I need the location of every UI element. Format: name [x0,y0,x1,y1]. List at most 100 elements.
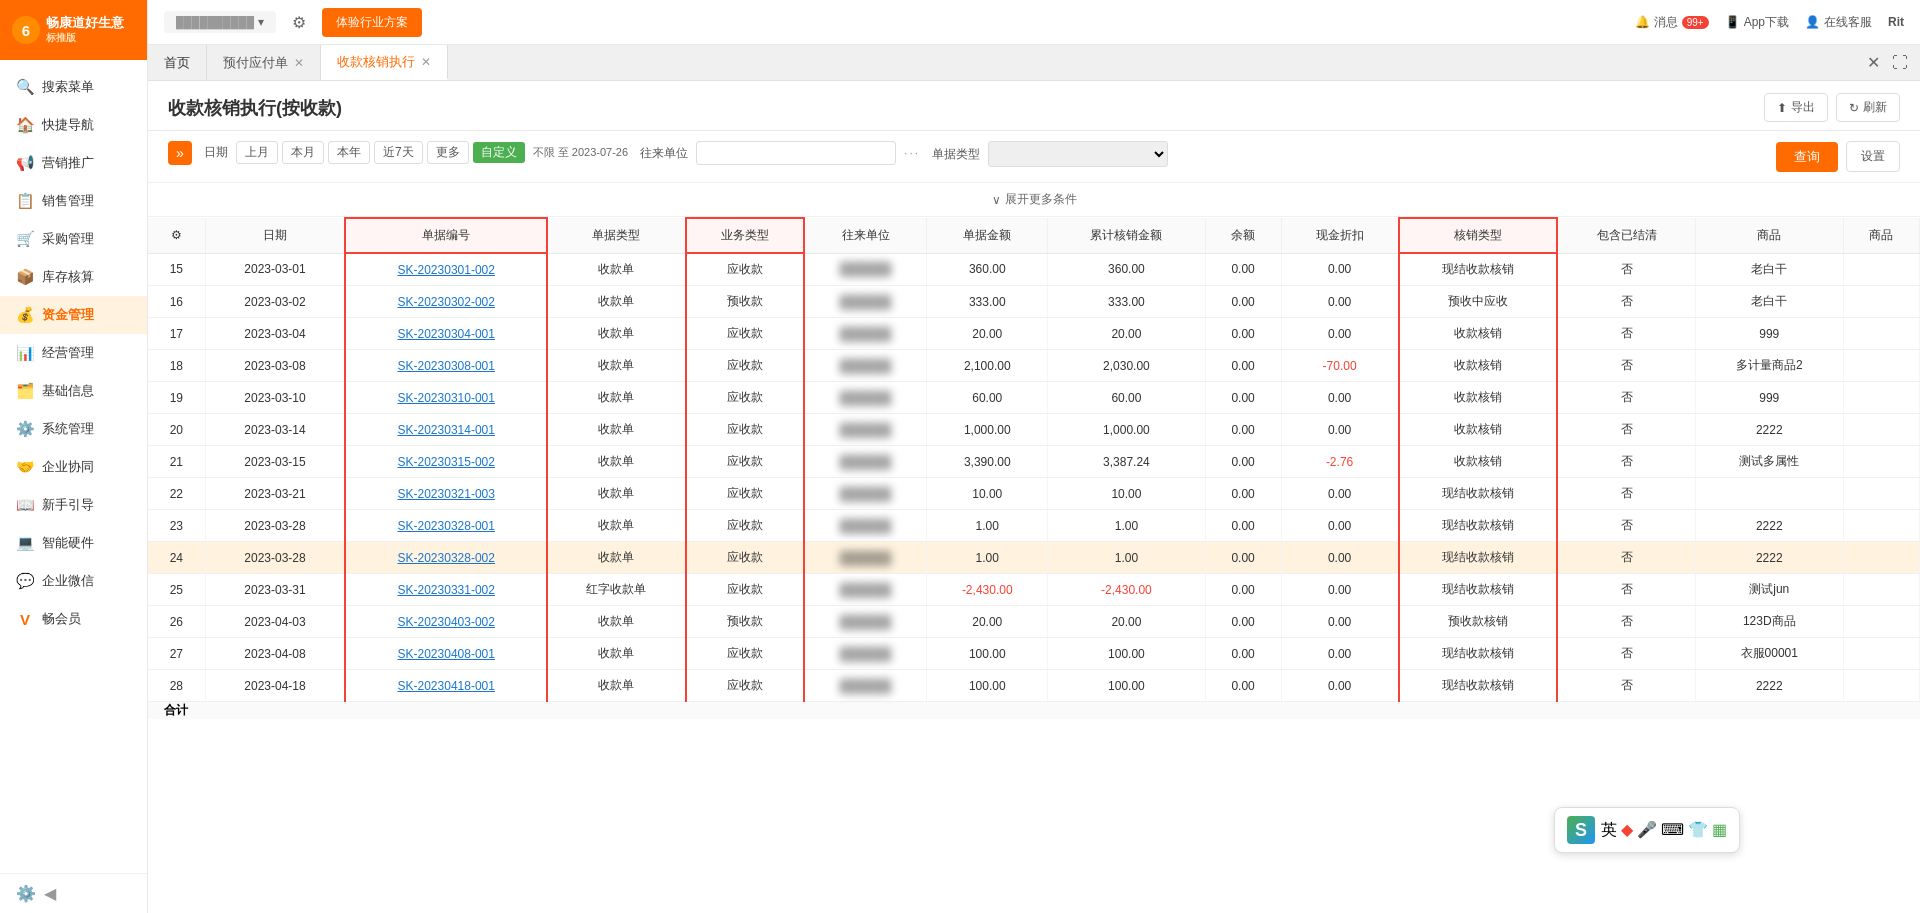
guide-icon: 📖 [16,496,34,514]
tab-bar: 首页 预付应付单 ✕ 收款核销执行 ✕ ✕ ⛶ [148,45,1920,81]
expand-more-button[interactable]: ∨ 展开更多条件 [148,187,1920,212]
sidebar-item-member[interactable]: V 畅会员 [0,600,147,638]
cell-biz-type: 预收款 [686,606,804,638]
cell-doc-no[interactable]: SK-20230403-002 [345,606,547,638]
tab-home[interactable]: 首页 [148,45,207,80]
doc-type-select[interactable] [988,141,1168,167]
sidebar-item-guide[interactable]: 📖 新手引导 [0,486,147,524]
online-service-area[interactable]: 👤 在线客服 [1805,14,1872,31]
query-button[interactable]: 查询 [1776,142,1838,172]
cell-doc-no[interactable]: SK-20230304-001 [345,318,547,350]
cell-discount: 0.00 [1281,606,1398,638]
sidebar-item-marketing[interactable]: 📢 营销推广 [0,144,147,182]
footer-row: 合计 [148,702,1920,720]
cell-include-settled: 否 [1557,318,1695,350]
cell-discount: 0.00 [1281,318,1398,350]
cell-doc-no[interactable]: SK-20230328-001 [345,510,547,542]
maximize-icon[interactable]: ⛶ [1892,54,1908,72]
cell-doc-no[interactable]: SK-20230314-001 [345,414,547,446]
date-btn-more[interactable]: 更多 [427,141,469,164]
cell-include-settled: 否 [1557,638,1695,670]
sidebar-item-label: 销售管理 [42,192,94,210]
tab-collection-close-icon[interactable]: ✕ [421,55,431,69]
th-partner: 往来单位 [804,218,927,253]
partner-search-input[interactable] [696,141,896,165]
sidebar-item-label: 畅会员 [42,610,81,628]
cell-partner: ██████ [804,638,927,670]
export-button[interactable]: ⬆ 导出 [1764,93,1828,122]
notification-area[interactable]: 🔔 消息 99+ [1635,14,1709,31]
cell-doc-no[interactable]: SK-20230308-001 [345,350,547,382]
cell-amount: 3,390.00 [927,446,1048,478]
cell-verified: 1.00 [1048,542,1205,574]
sidebar-item-basic[interactable]: 🗂️ 基础信息 [0,372,147,410]
cell-idx: 21 [148,446,205,478]
cell-doc-no[interactable]: SK-20230331-002 [345,574,547,606]
cell-doc-no[interactable]: SK-20230302-002 [345,286,547,318]
sidebar-item-sales[interactable]: 📋 销售管理 [0,182,147,220]
sidebar-item-hardware[interactable]: 💻 智能硬件 [0,524,147,562]
cell-biz-type: 应收款 [686,318,804,350]
header-settings-icon[interactable]: ⚙ [292,13,306,32]
data-table-container[interactable]: ⚙ 日期 单据编号 单据类型 业务类型 往来单位 单据金额 累计核销金额 余额 … [148,217,1920,913]
sidebar-item-wechat[interactable]: 💬 企业微信 [0,562,147,600]
cell-doc-no[interactable]: SK-20230328-002 [345,542,547,574]
user-area[interactable]: Rit [1888,15,1904,29]
data-table: ⚙ 日期 单据编号 单据类型 业务类型 往来单位 单据金额 累计核销金额 余额 … [148,217,1920,719]
cell-biz-type: 应收款 [686,414,804,446]
cell-idx: 24 [148,542,205,574]
sidebar-item-search[interactable]: 🔍 搜索菜单 [0,68,147,106]
sidebar-item-purchase[interactable]: 🛒 采购管理 [0,220,147,258]
tab-advance-close-icon[interactable]: ✕ [294,56,304,70]
cell-discount: 0.00 [1281,253,1398,286]
cell-doc-no[interactable]: SK-20230418-001 [345,670,547,702]
filter-toggle-button[interactable]: » [168,141,192,165]
date-btn-last-month[interactable]: 上月 [236,141,278,164]
tab-advance[interactable]: 预付应付单 ✕ [207,45,321,80]
sidebar-item-label: 营销推广 [42,154,94,172]
cell-doc-no[interactable]: SK-20230301-002 [345,253,547,286]
cell-discount: 0.00 [1281,286,1398,318]
sidebar-item-finance[interactable]: 💰 资金管理 [0,296,147,334]
cell-doc-no[interactable]: SK-20230408-001 [345,638,547,670]
sidebar-item-operation[interactable]: 📊 经营管理 [0,334,147,372]
sidebar-item-system[interactable]: ⚙️ 系统管理 [0,410,147,448]
cell-goods: 999 [1695,318,1843,350]
sidebar-item-label: 智能硬件 [42,534,94,552]
date-custom-button[interactable]: 自定义 [473,142,525,163]
cell-discount: 0.00 [1281,414,1398,446]
cell-goods2 [1843,510,1919,542]
cell-balance: 0.00 [1205,350,1281,382]
cell-goods2 [1843,670,1919,702]
tab-home-label: 首页 [164,54,190,72]
refresh-button[interactable]: ↻ 刷新 [1836,93,1900,122]
filter-settings-button[interactable]: 设置 [1846,141,1900,172]
main-area: ██████████ ▾ ⚙ 体验行业方案 🔔 消息 99+ 📱 App下载 👤… [148,0,1920,913]
date-btn-this-year[interactable]: 本年 [328,141,370,164]
cell-goods2 [1843,542,1919,574]
cell-goods2 [1843,446,1919,478]
sidebar-item-inventory[interactable]: 📦 库存核算 [0,258,147,296]
sidebar-item-quick[interactable]: 🏠 快捷导航 [0,106,147,144]
collapse-icon[interactable]: ◀ [44,884,56,903]
table-body: 152023-03-01SK-20230301-002收款单应收款██████3… [148,253,1920,702]
purchase-icon: 🛒 [16,230,34,248]
home-icon: 🏠 [16,116,34,134]
tab-collection[interactable]: 收款核销执行 ✕ [321,45,448,80]
sidebar-item-enterprise[interactable]: 🤝 企业协同 [0,448,147,486]
date-btn-7days[interactable]: 近7天 [374,141,423,164]
cell-date: 2023-03-21 [205,478,345,510]
cell-verified: 1.00 [1048,510,1205,542]
filter-dots: ··· [904,146,920,160]
page-header-actions: ⬆ 导出 ↻ 刷新 [1764,93,1900,122]
app-download-area[interactable]: 📱 App下载 [1725,14,1789,31]
table-row: 232023-03-28SK-20230328-001收款单应收款██████1… [148,510,1920,542]
close-window-icon[interactable]: ✕ [1867,53,1880,72]
cell-doc-no[interactable]: SK-20230321-003 [345,478,547,510]
solution-button[interactable]: 体验行业方案 [322,8,422,37]
settings-bottom-icon[interactable]: ⚙️ [16,884,36,903]
cell-doc-no[interactable]: SK-20230310-001 [345,382,547,414]
org-dropdown[interactable]: ██████████ ▾ [164,11,276,33]
date-btn-this-month[interactable]: 本月 [282,141,324,164]
cell-doc-no[interactable]: SK-20230315-002 [345,446,547,478]
